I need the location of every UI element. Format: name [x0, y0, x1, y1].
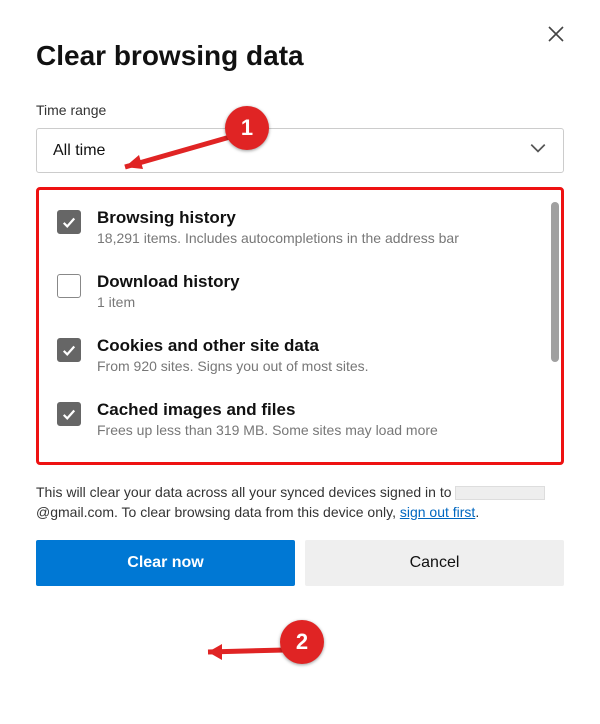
item-name: Cached images and files — [97, 400, 438, 420]
checkbox-cached[interactable] — [57, 402, 81, 426]
checkbox-cookies[interactable] — [57, 338, 81, 362]
item-desc: From 920 sites. Signs you out of most si… — [97, 358, 369, 374]
item-desc: 18,291 items. Includes autocompletions i… — [97, 230, 459, 246]
dialog-title: Clear browsing data — [36, 40, 564, 72]
clear-browsing-data-dialog: Clear browsing data Time range All time … — [0, 0, 600, 606]
item-name: Download history — [97, 272, 240, 292]
chevron-down-icon — [529, 139, 547, 162]
annotation-highlight-1: Browsing history 18,291 items. Includes … — [36, 187, 564, 465]
redacted-email — [455, 486, 545, 500]
list-item: Cookies and other site data From 920 sit… — [43, 328, 557, 392]
item-desc: 1 item — [97, 294, 240, 310]
clear-now-button[interactable]: Clear now — [36, 540, 295, 586]
item-name: Cookies and other site data — [97, 336, 369, 356]
annotation-badge-1: 1 — [225, 106, 269, 150]
time-range-label: Time range — [36, 102, 564, 118]
scrollbar[interactable] — [551, 202, 559, 362]
checkbox-browsing-history[interactable] — [57, 210, 81, 234]
list-item: Browsing history 18,291 items. Includes … — [43, 200, 557, 264]
annotation-badge-2: 2 — [280, 620, 324, 664]
info-prefix: This will clear your data across all you… — [36, 484, 455, 500]
info-after: . — [475, 504, 479, 520]
list-item: Cached images and files Frees up less th… — [43, 392, 557, 456]
info-suffix: @gmail.com. To clear browsing data from … — [36, 504, 400, 520]
list-item: Download history 1 item — [43, 264, 557, 328]
close-icon[interactable] — [542, 20, 570, 48]
checkbox-download-history[interactable] — [57, 274, 81, 298]
cancel-button[interactable]: Cancel — [305, 540, 564, 586]
item-name: Browsing history — [97, 208, 459, 228]
dialog-buttons: Clear now Cancel — [36, 540, 564, 586]
data-type-list: Browsing history 18,291 items. Includes … — [39, 200, 561, 456]
time-range-value: All time — [53, 142, 105, 160]
time-range-select[interactable]: All time — [36, 128, 564, 173]
sign-out-link[interactable]: sign out first — [400, 504, 475, 520]
item-desc: Frees up less than 319 MB. Some sites ma… — [97, 422, 438, 438]
sync-info-text: This will clear your data across all you… — [36, 483, 564, 522]
